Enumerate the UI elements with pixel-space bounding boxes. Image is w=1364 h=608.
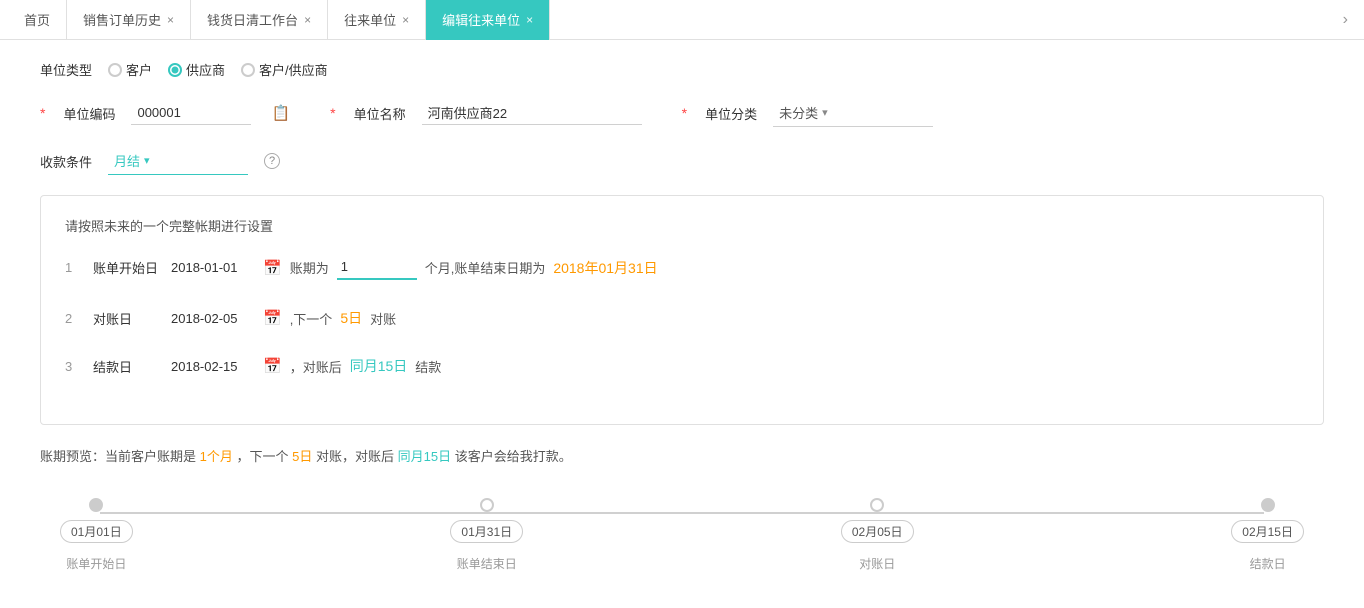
row-label-2: 对账日	[93, 309, 163, 328]
unit-name-input[interactable]	[422, 101, 642, 125]
point-desc-2: 对账日	[859, 555, 895, 572]
setting-row-2: 2 对账日 2018-02-05 📅 ,下一个 5日 对账	[65, 308, 1299, 328]
payment-condition-value: 月结	[114, 151, 140, 170]
unit-category-arrow-icon: ▾	[822, 106, 828, 119]
timeline-point-2: 02月05日 对账日	[841, 498, 914, 572]
close-tab-cash-workbench[interactable]: ×	[304, 13, 311, 27]
required-star-cat: *	[682, 105, 687, 121]
recon-suffix: 对账	[370, 309, 396, 328]
panel-title: 请按照未来的一个完整帐期进行设置	[65, 216, 1299, 235]
row-num-2: 2	[65, 311, 85, 326]
preview-label: 账期预览：当前客户账期是	[40, 449, 196, 464]
recon-prefix: ,下一个	[290, 309, 333, 328]
calendar-icon-1[interactable]: 📅	[263, 259, 282, 277]
radio-circle-customer	[108, 63, 122, 77]
unit-name-label: 单位名称	[354, 104, 406, 123]
close-tab-partners[interactable]: ×	[402, 13, 409, 27]
tab-cash-workbench[interactable]: 钱货日清工作台 ×	[191, 0, 328, 40]
calendar-icon-3[interactable]: 📅	[263, 357, 282, 375]
radio-circle-supplier	[168, 63, 182, 77]
unit-code-label: 单位编码	[63, 104, 115, 123]
period-input[interactable]	[337, 255, 417, 280]
tab-edit-partner[interactable]: 编辑往来单位 ×	[426, 0, 550, 40]
unit-type-row: 单位类型 客户 供应商 客户/供应商	[40, 60, 1324, 79]
tabs-chevron[interactable]: ›	[1335, 11, 1356, 29]
settle-highlight: 同月15日	[350, 356, 408, 376]
payment-condition-select[interactable]: 月结 ▾	[108, 147, 248, 175]
tab-partners[interactable]: 往来单位 ×	[328, 0, 426, 40]
close-tab-edit-partner[interactable]: ×	[526, 13, 533, 27]
preview-middle2: 对账，对账后	[316, 449, 394, 464]
main-content: 单位类型 客户 供应商 客户/供应商 * 单位编码 📋 * 单位名称 * 单位分…	[0, 40, 1364, 608]
required-star-name: *	[330, 105, 335, 121]
point-dot-2	[870, 498, 884, 512]
unit-type-radio-group: 客户 供应商 客户/供应商	[108, 60, 328, 79]
recon-highlight: 5日	[340, 308, 362, 328]
point-dot-3	[1261, 498, 1275, 512]
setting-row-3: 3 结款日 2018-02-15 📅 ，对账后 同月15日 结款	[65, 356, 1299, 376]
unit-code-input[interactable]	[131, 101, 251, 125]
period-prefix: 账期为	[290, 258, 329, 277]
timeline-point-0: 01月01日 账单开始日	[60, 498, 133, 572]
row-num-1: 1	[65, 260, 85, 275]
payment-condition-row: 收款条件 月结 ▾ ?	[40, 147, 1324, 175]
preview-section: 账期预览：当前客户账期是 1个月 ，下一个 5日 对账，对账后 同月15日 该客…	[40, 445, 1324, 468]
calendar-icon-2[interactable]: 📅	[263, 309, 282, 327]
point-label-0: 01月01日	[60, 520, 133, 543]
timeline: 01月01日 账单开始日 01月31日 账单结束日 02月05日 对账日 02月…	[40, 488, 1324, 582]
unit-code-icon[interactable]: 📋	[271, 104, 290, 122]
preview-part1: 1个月	[200, 449, 233, 464]
unit-category-value: 未分类	[779, 103, 818, 122]
point-desc-1: 账单结束日	[457, 555, 517, 572]
date-value-2: 2018-02-05	[171, 311, 251, 326]
radio-circle-customer-supplier	[241, 63, 255, 77]
date-value-3: 2018-02-15	[171, 359, 251, 374]
timeline-point-1: 01月31日 账单结束日	[450, 498, 523, 572]
payment-condition-arrow-icon: ▾	[144, 154, 150, 167]
radio-customer[interactable]: 客户	[108, 60, 152, 79]
settle-suffix: 结款	[415, 357, 441, 376]
settings-panel: 请按照未来的一个完整帐期进行设置 1 账单开始日 2018-01-01 📅 账期…	[40, 195, 1324, 425]
unit-category-label: 单位分类	[705, 104, 757, 123]
unit-category-select[interactable]: 未分类 ▾	[773, 99, 933, 127]
date-value-1: 2018-01-01	[171, 260, 251, 275]
tab-sales-history[interactable]: 销售订单历史 ×	[67, 0, 191, 40]
timeline-point-3: 02月15日 结款日	[1231, 498, 1304, 572]
point-dot-1	[480, 498, 494, 512]
unit-info-row: * 单位编码 📋 * 单位名称 * 单位分类 未分类 ▾	[40, 99, 1324, 127]
required-star-code: *	[40, 105, 45, 121]
payment-condition-label: 收款条件	[40, 152, 92, 171]
preview-part3: 同月15日	[398, 449, 451, 464]
timeline-points: 01月01日 账单开始日 01月31日 账单结束日 02月05日 对账日 02月…	[60, 498, 1304, 572]
unit-type-label: 单位类型	[40, 60, 92, 79]
row-label-1: 账单开始日	[93, 258, 163, 277]
point-dot-0	[89, 498, 103, 512]
row-num-3: 3	[65, 359, 85, 374]
radio-customer-supplier[interactable]: 客户/供应商	[241, 60, 328, 79]
setting-row-1: 1 账单开始日 2018-01-01 📅 账期为 个月,账单结束日期为 2018…	[65, 255, 1299, 280]
point-label-3: 02月15日	[1231, 520, 1304, 543]
period-suffix: 个月,账单结束日期为	[425, 258, 546, 277]
point-desc-0: 账单开始日	[66, 555, 126, 572]
settle-prefix: ，对账后	[290, 357, 342, 376]
preview-middle1: ，下一个	[237, 449, 289, 464]
period-end-date: 2018年01月31日	[553, 258, 657, 278]
row-label-3: 结款日	[93, 357, 163, 376]
tab-home[interactable]: 首页	[8, 0, 67, 40]
preview-part2: 5日	[292, 449, 312, 464]
tabs-bar: 首页 销售订单历史 × 钱货日清工作台 × 往来单位 × 编辑往来单位 × ›	[0, 0, 1364, 40]
point-label-2: 02月05日	[841, 520, 914, 543]
close-tab-sales-history[interactable]: ×	[167, 13, 174, 27]
help-icon[interactable]: ?	[264, 153, 280, 169]
radio-supplier[interactable]: 供应商	[168, 60, 225, 79]
point-desc-3: 结款日	[1250, 555, 1286, 572]
preview-end: 该客户会给我打款。	[455, 449, 572, 464]
point-label-1: 01月31日	[450, 520, 523, 543]
